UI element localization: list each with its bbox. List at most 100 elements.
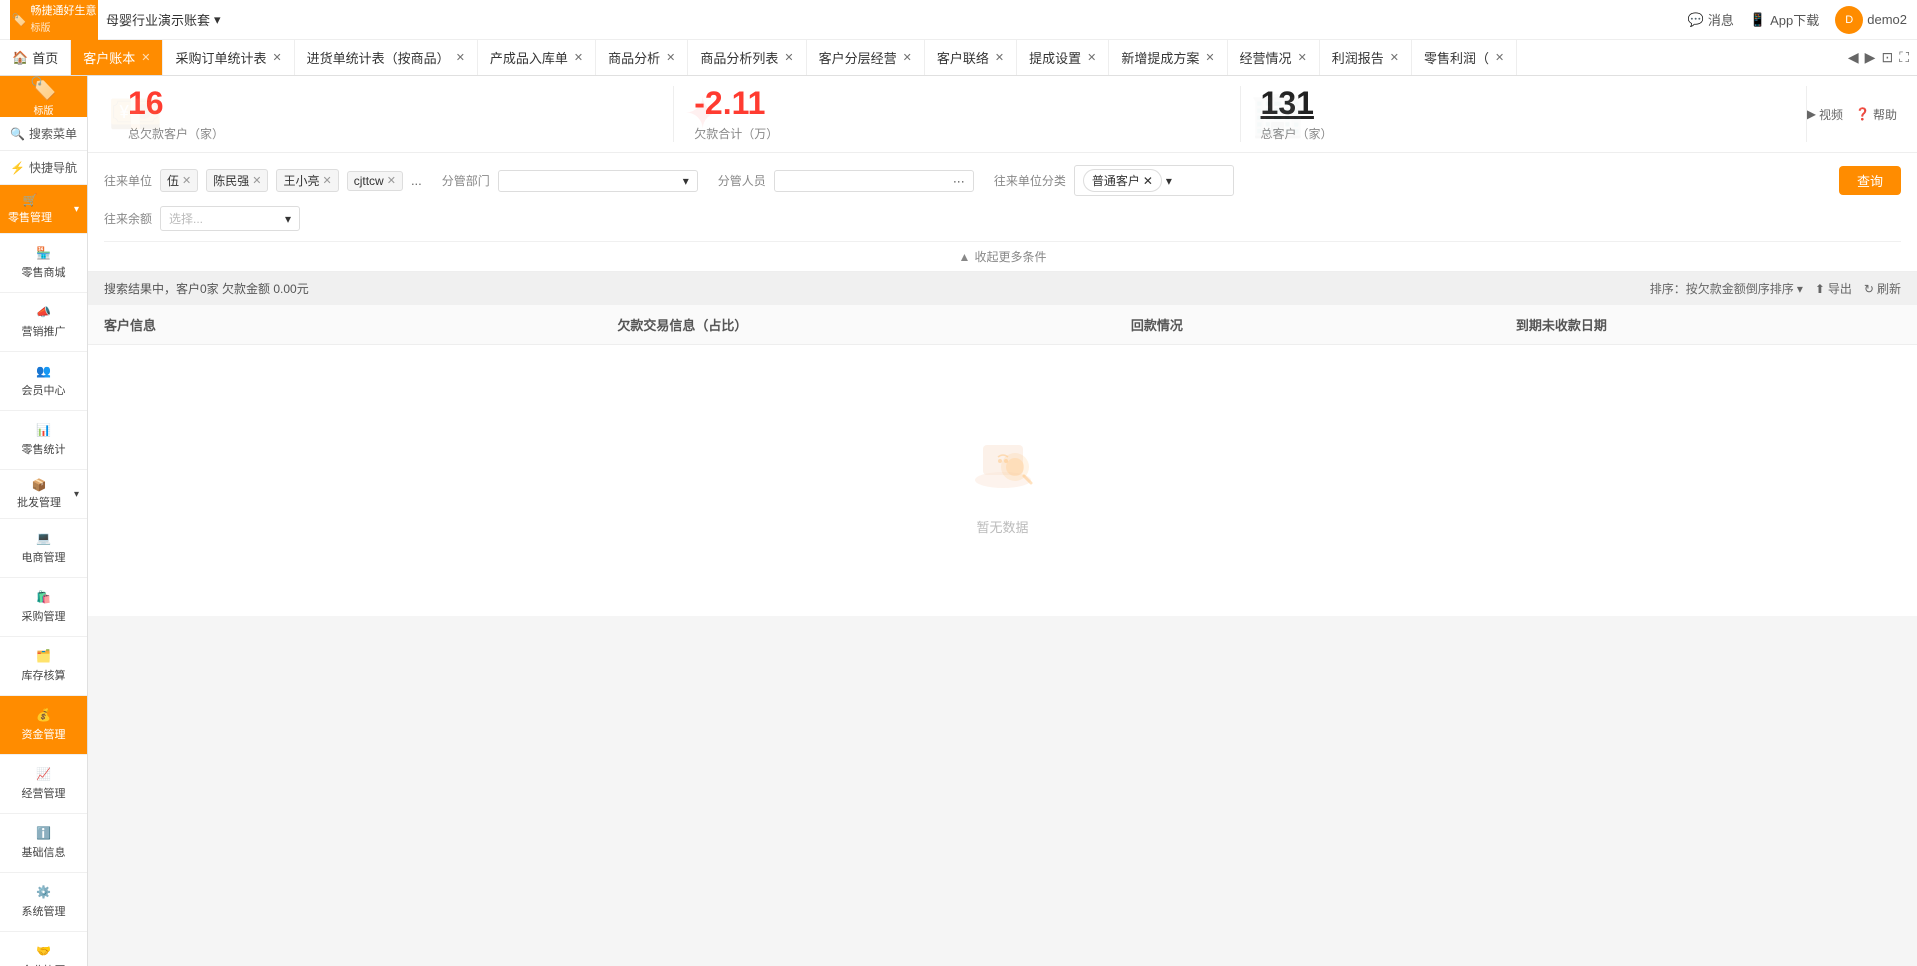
export-btn[interactable]: ⬆ 导出 [1815, 280, 1852, 297]
mall-icon: 🏪 [36, 246, 51, 260]
sidebar-item-batch-mgmt[interactable]: 📦 批发管理 ▾ [0, 470, 87, 519]
user-avatar[interactable]: D demo2 [1835, 6, 1907, 34]
close-icon[interactable]: ✕ [1495, 51, 1504, 64]
sidebar-item-ecommerce[interactable]: 💻 电商管理 [0, 519, 87, 578]
close-icon[interactable]: ✕ [784, 51, 793, 64]
tab-goods-analysis[interactable]: 商品分析 ✕ [596, 40, 688, 75]
close-icon[interactable]: ✕ [574, 51, 583, 64]
content-area: 💴 16 总欠款客户（家） ✦ -2.11 欠款合计（万） 🏢 131 总客户（… [88, 76, 1917, 966]
help-btn[interactable]: ❓ 帮助 [1855, 106, 1897, 123]
sidebar-item-retail-mall[interactable]: 🏪 零售商城 [0, 234, 87, 293]
close-icon[interactable]: ✕ [903, 51, 912, 64]
chevron-down-icon: ▾ [285, 212, 291, 226]
close-icon[interactable]: ✕ [456, 51, 465, 64]
maximize-tab-btn[interactable]: ⛶ [1899, 49, 1909, 66]
top-header-right: 💬 消息 📱 App下载 D demo2 [1688, 6, 1907, 34]
sidebar-item-purchase[interactable]: 🛍️ 采购管理 [0, 578, 87, 637]
tab-customer-contact[interactable]: 客户联络 ✕ [925, 40, 1017, 75]
home-icon: 🏠 [12, 50, 28, 66]
sidebar-item-retail-stats[interactable]: 📊 零售统计 [0, 411, 87, 470]
tab-product-instock[interactable]: 产成品入库单 ✕ [478, 40, 596, 75]
chevron-down-icon: ▾ [214, 12, 221, 28]
close-icon[interactable]: ✕ [1298, 51, 1307, 64]
sidebar-item-member[interactable]: 👥 会员中心 [0, 352, 87, 411]
main-layout: 🏷️ 标版 🔍 搜索菜单 ⚡ 快捷导航 🛒 零售管理 ▾ 🏪 零售商城 📣 营销… [0, 76, 1917, 966]
sidebar-item-sys-mgmt[interactable]: ⚙️ 系统管理 [0, 873, 87, 932]
tab-operations[interactable]: 经营情况 ✕ [1228, 40, 1320, 75]
filter-tag-wu[interactable]: 伍 ✕ [160, 169, 198, 192]
close-icon[interactable]: ✕ [995, 51, 1004, 64]
dept-select[interactable]: ▾ [498, 170, 698, 192]
category-select[interactable]: 普通客户 ✕ ▾ [1074, 165, 1234, 196]
tab-commission-settings[interactable]: 提成设置 ✕ [1017, 40, 1109, 75]
sidebar-item-retail-mgmt[interactable]: 🛒 零售管理 ▾ [0, 185, 87, 234]
sidebar-item-operations[interactable]: 📈 经营管理 [0, 755, 87, 814]
chevron-down-icon: ▾ [683, 174, 689, 188]
filter-tag-chen[interactable]: 陈民强 ✕ [206, 169, 268, 192]
store-selector[interactable]: 母婴行业演示账套 ▾ [106, 10, 221, 29]
close-icon[interactable]: ✕ [141, 51, 150, 64]
tab-inventory-stats[interactable]: 进货单统计表（按商品） ✕ [295, 40, 478, 75]
remove-tag-chen[interactable]: ✕ [252, 174, 261, 187]
result-summary: 搜索结果中，客户0家 欠款金额 0.00元 [104, 280, 309, 297]
tab-customer-ledger[interactable]: 客户账本 ✕ [71, 40, 163, 75]
video-btn[interactable]: ▶ 视频 [1807, 106, 1843, 123]
app-icon: 📱 [1750, 12, 1766, 28]
remove-tag-wang[interactable]: ✕ [323, 174, 332, 187]
filter-tag-wang[interactable]: 王小亮 ✕ [276, 169, 338, 192]
quick-nav-btn[interactable]: ⚡ 快捷导航 [0, 151, 87, 185]
tab-retail-profit[interactable]: 零售利润（ ✕ [1412, 40, 1517, 75]
close-icon[interactable]: ✕ [1205, 51, 1214, 64]
collapse-filter-btn[interactable]: ▲ 收起更多条件 [104, 241, 1901, 271]
brand-sub: 标版 [34, 102, 54, 117]
export-icon: ⬆ [1815, 282, 1825, 296]
sidebar-item-basic-info[interactable]: ℹ️ 基础信息 [0, 814, 87, 873]
close-icon[interactable]: ✕ [1087, 51, 1096, 64]
filter-tag-cjttcw[interactable]: cjttcw ✕ [347, 171, 403, 191]
remove-tag-cjttcw[interactable]: ✕ [387, 174, 396, 187]
sidebar-item-inventory[interactable]: 🗂️ 库存核算 [0, 637, 87, 696]
refresh-btn[interactable]: ↻ 刷新 [1864, 280, 1901, 297]
restore-tab-btn[interactable]: ⊡ [1881, 49, 1893, 66]
next-tab-btn[interactable]: ▶ [1865, 49, 1876, 66]
tab-customer-layer[interactable]: 客户分层经营 ✕ [807, 40, 925, 75]
sidebar-item-marketing[interactable]: 📣 营销推广 [0, 293, 87, 352]
sidebar-item-corp-agreement[interactable]: 🤝 企业协同 [0, 932, 87, 966]
remove-tag-wu[interactable]: ✕ [182, 174, 191, 187]
close-icon[interactable]: ✕ [666, 51, 675, 64]
marketing-icon: 📣 [36, 305, 51, 319]
close-icon[interactable]: ✕ [1390, 51, 1399, 64]
remove-category-tag[interactable]: ✕ [1143, 174, 1153, 188]
tab-add-commission[interactable]: 新增提成方案 ✕ [1109, 40, 1227, 75]
person-select[interactable]: ··· [774, 170, 974, 192]
search-icon: 🔍 [10, 127, 25, 141]
tab-goods-analysis-list[interactable]: 商品分析列表 ✕ [688, 40, 806, 75]
more-tags-btn[interactable]: ... [411, 173, 422, 188]
help-icon: ❓ [1855, 107, 1870, 121]
balance-placeholder: 选择... [169, 210, 281, 227]
tab-purchase-stats[interactable]: 采购订单统计表 ✕ [163, 40, 294, 75]
query-button[interactable]: 查询 [1839, 166, 1901, 195]
tab-profit-report[interactable]: 利润报告 ✕ [1320, 40, 1412, 75]
category-filter-label: 往来单位分类 [994, 172, 1066, 189]
nav-tab-controls: ◀ ▶ ⊡ ⛶ [1840, 49, 1917, 66]
more-options-icon[interactable]: ··· [953, 174, 965, 188]
stats-bar-actions: ▶ 视频 ❓ 帮助 [1807, 106, 1897, 123]
category-tag-normal[interactable]: 普通客户 ✕ [1083, 169, 1162, 192]
prev-tab-btn[interactable]: ◀ [1848, 49, 1859, 66]
stats-icon: 📊 [36, 423, 51, 437]
message-btn[interactable]: 💬 消息 [1688, 10, 1734, 29]
search-menu-btn[interactable]: 🔍 搜索菜单 [0, 117, 87, 151]
logo-text: 畅捷通好生意 [30, 5, 96, 18]
stat-block-customers: 💴 16 总欠款客户（家） [108, 86, 674, 142]
lightning-icon: ⚡ [10, 161, 25, 175]
sidebar-item-finance[interactable]: 💰 资金管理 [0, 696, 87, 755]
avatar: D [1835, 6, 1863, 34]
result-actions: 排序：按欠款金额倒序排序 ▾ ⬆ 导出 ↻ 刷新 [1650, 280, 1901, 297]
close-icon[interactable]: ✕ [272, 51, 281, 64]
member-icon: 👥 [36, 364, 51, 378]
tab-home[interactable]: 🏠 首页 [0, 40, 71, 75]
app-download-btn[interactable]: 📱 App下载 [1750, 10, 1819, 29]
sort-chevron-icon[interactable]: ▾ [1797, 282, 1803, 296]
balance-select[interactable]: 选择... ▾ [160, 206, 300, 231]
